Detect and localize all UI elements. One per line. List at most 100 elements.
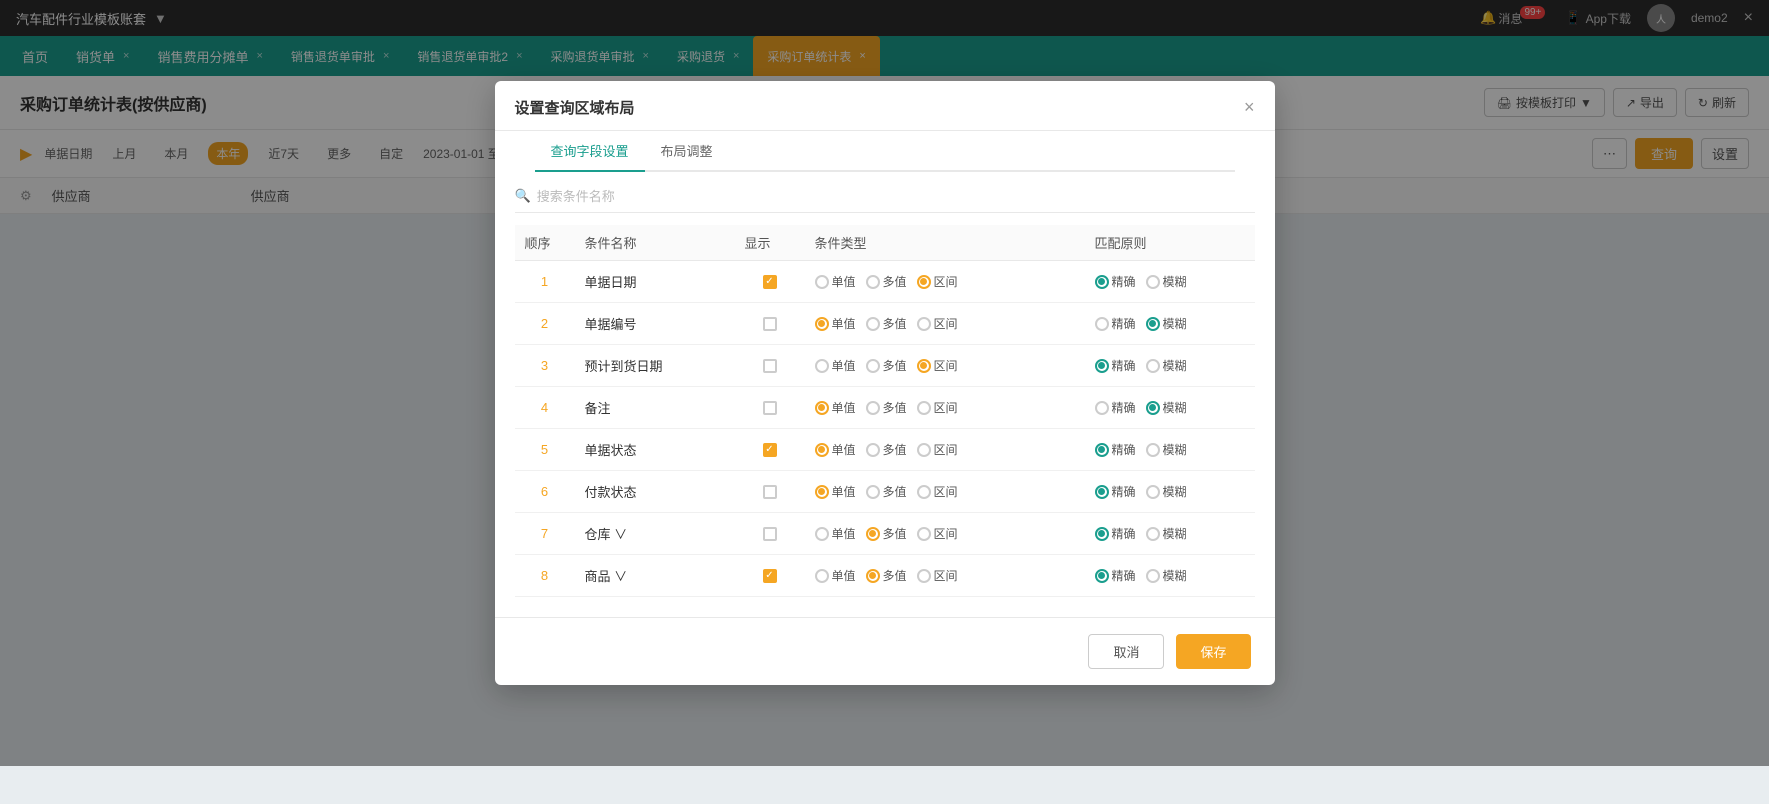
row-type-radio-group: 单值多值区间 bbox=[815, 567, 1075, 584]
radio-type-type_range[interactable]: 区间 bbox=[917, 483, 958, 500]
radio-type-type_single[interactable]: 单值 bbox=[815, 315, 856, 332]
col-header-match: 匹配原则 bbox=[1085, 233, 1255, 252]
row-checkbox[interactable] bbox=[763, 275, 777, 289]
radio-match-match_fuzzy[interactable]: 模糊 bbox=[1146, 399, 1187, 416]
tab-layout[interactable]: 布局调整 bbox=[645, 131, 729, 172]
row-name: 备注 bbox=[575, 398, 735, 417]
table-row: 8商品 ∨单值多值区间精确模糊 bbox=[515, 555, 1255, 597]
cancel-button[interactable]: 取消 bbox=[1088, 634, 1164, 669]
radio-type-type_single[interactable]: 单值 bbox=[815, 273, 856, 290]
radio-match-match_exact[interactable]: 精确 bbox=[1095, 483, 1136, 500]
row-type-radio-group: 单值多值区间 bbox=[815, 315, 1075, 332]
row-name: 商品 ∨ bbox=[575, 566, 735, 585]
row-type-radio-group: 单值多值区间 bbox=[815, 357, 1075, 374]
row-match-cell: 精确模糊 bbox=[1085, 483, 1255, 500]
radio-type-type_multi[interactable]: 多值 bbox=[866, 567, 907, 584]
row-type-cell: 单值多值区间 bbox=[805, 315, 1085, 332]
modal-title: 设置查询区域布局 bbox=[515, 97, 635, 130]
row-match-radio-group: 精确模糊 bbox=[1095, 399, 1255, 416]
row-num: 8 bbox=[515, 568, 575, 583]
row-num: 2 bbox=[515, 316, 575, 331]
radio-match-match_fuzzy[interactable]: 模糊 bbox=[1146, 525, 1187, 542]
radio-match-match_exact[interactable]: 精确 bbox=[1095, 315, 1136, 332]
radio-type-type_single[interactable]: 单值 bbox=[815, 567, 856, 584]
row-num: 5 bbox=[515, 442, 575, 457]
radio-type-type_multi[interactable]: 多值 bbox=[866, 525, 907, 542]
radio-type-type_single[interactable]: 单值 bbox=[815, 483, 856, 500]
table-body: 1单据日期单值多值区间精确模糊2单据编号单值多值区间精确模糊3预计到货日期单值多… bbox=[515, 261, 1255, 601]
radio-type-type_single[interactable]: 单值 bbox=[815, 399, 856, 416]
radio-match-match_exact[interactable]: 精确 bbox=[1095, 525, 1136, 542]
tab-query-fields-label: 查询字段设置 bbox=[551, 144, 629, 159]
row-checkbox[interactable] bbox=[763, 359, 777, 373]
row-checkbox-cell bbox=[735, 401, 805, 415]
row-checkbox[interactable] bbox=[763, 317, 777, 331]
table-row: 9属性 ∨单值多值区间精确模糊 bbox=[515, 597, 1255, 601]
col-header-num: 顺序 bbox=[515, 233, 575, 252]
radio-type-type_range[interactable]: 区间 bbox=[917, 567, 958, 584]
modal-tabs-wrap: 查询字段设置 布局调整 bbox=[495, 131, 1275, 172]
row-num: 1 bbox=[515, 274, 575, 289]
row-match-cell: 精确模糊 bbox=[1085, 273, 1255, 290]
radio-match-match_exact[interactable]: 精确 bbox=[1095, 399, 1136, 416]
row-match-cell: 精确模糊 bbox=[1085, 567, 1255, 584]
row-checkbox-cell bbox=[735, 443, 805, 457]
radio-type-type_multi[interactable]: 多值 bbox=[866, 273, 907, 290]
row-checkbox[interactable] bbox=[763, 401, 777, 415]
save-button[interactable]: 保存 bbox=[1176, 634, 1250, 669]
radio-match-match_exact[interactable]: 精确 bbox=[1095, 357, 1136, 374]
modal-close-button[interactable]: × bbox=[1244, 97, 1255, 130]
row-match-cell: 精确模糊 bbox=[1085, 315, 1255, 332]
radio-match-match_exact[interactable]: 精确 bbox=[1095, 567, 1136, 584]
row-name: 付款状态 bbox=[575, 482, 735, 501]
row-name: 仓库 ∨ bbox=[575, 524, 735, 543]
row-match-radio-group: 精确模糊 bbox=[1095, 441, 1255, 458]
radio-match-match_exact[interactable]: 精确 bbox=[1095, 441, 1136, 458]
radio-type-type_range[interactable]: 区间 bbox=[917, 525, 958, 542]
tab-query-fields[interactable]: 查询字段设置 bbox=[535, 131, 645, 172]
table-header: 顺序 条件名称 显示 条件类型 匹配原则 bbox=[515, 225, 1255, 261]
modal-dialog: 设置查询区域布局 × 查询字段设置 布局调整 🔍 bbox=[495, 81, 1275, 685]
radio-match-match_fuzzy[interactable]: 模糊 bbox=[1146, 273, 1187, 290]
row-checkbox-cell bbox=[735, 527, 805, 541]
row-checkbox[interactable] bbox=[763, 443, 777, 457]
search-input[interactable] bbox=[537, 189, 1255, 204]
row-num: 7 bbox=[515, 526, 575, 541]
radio-match-match_exact[interactable]: 精确 bbox=[1095, 273, 1136, 290]
row-match-cell: 精确模糊 bbox=[1085, 441, 1255, 458]
table-row: 5单据状态 单值多值区间 精确模糊 bbox=[515, 429, 1255, 471]
radio-match-match_fuzzy[interactable]: 模糊 bbox=[1146, 441, 1187, 458]
row-type-cell: 单值多值区间 bbox=[805, 399, 1085, 416]
radio-type-type_multi[interactable]: 多值 bbox=[866, 315, 907, 332]
radio-match-match_fuzzy[interactable]: 模糊 bbox=[1146, 567, 1187, 584]
row-checkbox[interactable] bbox=[763, 485, 777, 499]
row-name: 单据状态 bbox=[575, 440, 735, 459]
search-bar: 🔍 bbox=[515, 188, 1255, 213]
radio-match-match_fuzzy[interactable]: 模糊 bbox=[1146, 315, 1187, 332]
radio-type-type_multi[interactable]: 多值 bbox=[866, 441, 907, 458]
modal-footer: 取消 保存 bbox=[495, 617, 1275, 685]
radio-type-type_multi[interactable]: 多值 bbox=[866, 399, 907, 416]
table-row: 6付款状态 单值多值区间 精确模糊 bbox=[515, 471, 1255, 513]
radio-type-type_single[interactable]: 单值 bbox=[815, 441, 856, 458]
radio-type-type_range[interactable]: 区间 bbox=[917, 399, 958, 416]
radio-type-type_single[interactable]: 单值 bbox=[815, 525, 856, 542]
table-row: 7仓库 ∨ 单值多值区间 精确模糊 bbox=[515, 513, 1255, 555]
row-num: 6 bbox=[515, 484, 575, 499]
row-type-cell: 单值多值区间 bbox=[805, 567, 1085, 584]
radio-type-type_range[interactable]: 区间 bbox=[917, 315, 958, 332]
row-match-radio-group: 精确模糊 bbox=[1095, 525, 1255, 542]
radio-type-type_range[interactable]: 区间 bbox=[917, 357, 958, 374]
radio-type-type_range[interactable]: 区间 bbox=[917, 441, 958, 458]
radio-match-match_fuzzy[interactable]: 模糊 bbox=[1146, 483, 1187, 500]
row-checkbox[interactable] bbox=[763, 527, 777, 541]
row-name: 预计到货日期 bbox=[575, 356, 735, 375]
radio-match-match_fuzzy[interactable]: 模糊 bbox=[1146, 357, 1187, 374]
row-checkbox[interactable] bbox=[763, 569, 777, 583]
radio-type-type_multi[interactable]: 多值 bbox=[866, 357, 907, 374]
modal-overlay: 设置查询区域布局 × 查询字段设置 布局调整 🔍 bbox=[0, 0, 1769, 766]
row-name: 单据日期 bbox=[575, 272, 735, 291]
radio-type-type_multi[interactable]: 多值 bbox=[866, 483, 907, 500]
radio-type-type_range[interactable]: 区间 bbox=[917, 273, 958, 290]
radio-type-type_single[interactable]: 单值 bbox=[815, 357, 856, 374]
